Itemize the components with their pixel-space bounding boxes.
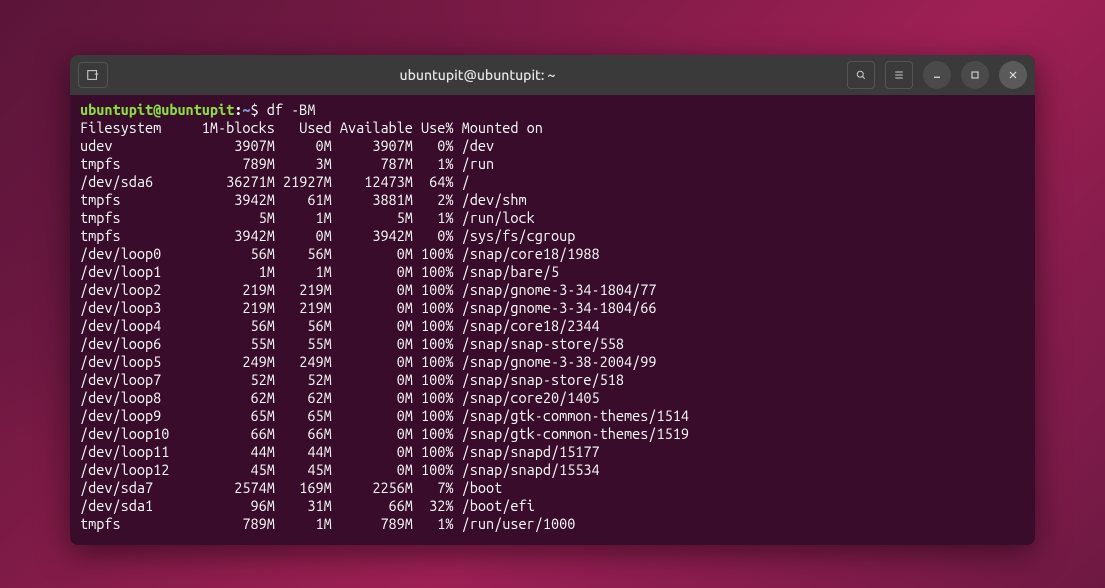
search-button[interactable] xyxy=(847,61,875,89)
menu-button[interactable] xyxy=(885,61,913,89)
new-tab-icon xyxy=(86,68,100,82)
minimize-icon xyxy=(931,69,943,81)
search-icon xyxy=(855,69,867,81)
maximize-button[interactable] xyxy=(961,61,989,89)
prompt-symbol: $ xyxy=(251,101,259,118)
window-title: ubuntupit@ubuntupit: ~ xyxy=(116,67,839,83)
new-tab-button[interactable] xyxy=(78,62,108,88)
command-text: df -BM xyxy=(267,101,316,118)
hamburger-icon xyxy=(893,69,905,81)
window-controls xyxy=(847,61,1027,89)
maximize-icon xyxy=(969,69,981,81)
terminal-body[interactable]: ubuntupit@ubuntupit:~$ df -BM Filesystem… xyxy=(70,95,1035,545)
close-icon xyxy=(1007,69,1019,81)
titlebar[interactable]: ubuntupit@ubuntupit: ~ xyxy=(70,55,1035,95)
minimize-button[interactable] xyxy=(923,61,951,89)
terminal-window: ubuntupit@ubuntupit: ~ ubuntupit@ubuntup… xyxy=(70,55,1035,545)
df-output: Filesystem 1M-blocks Used Available Use%… xyxy=(80,119,689,532)
prompt-user-host: ubuntupit@ubuntupit xyxy=(80,101,234,118)
close-button[interactable] xyxy=(999,61,1027,89)
prompt-path: ~ xyxy=(242,101,250,118)
